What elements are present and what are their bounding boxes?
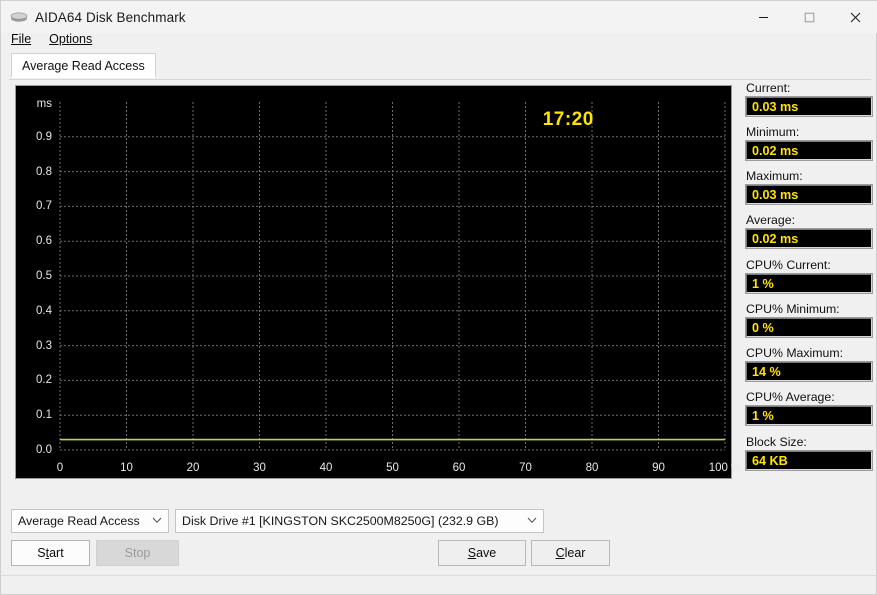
x-tick-80: 80: [585, 462, 599, 474]
menu-item-file[interactable]: File: [9, 31, 33, 47]
benchmark-graph: ms 0.0 0.1 0.2 0.3 0.4 0.5 0.6 0.7 0.8 0.9 0 10 20 3…: [15, 85, 741, 479]
bottom-divider: [1, 575, 877, 576]
test-type-select[interactable]: Average Read Access: [11, 509, 169, 533]
graph-series-line: [60, 438, 725, 441]
y-tick-0.0: 0.0: [36, 444, 52, 456]
stat-average: Average: 0.02 ms: [745, 213, 873, 249]
disk-drive-icon: [9, 9, 29, 25]
stat-minimum-label: Minimum:: [746, 125, 800, 139]
start-button-label: Start: [37, 546, 64, 560]
y-tick-0.2: 0.2: [36, 374, 52, 387]
x-tick-20: 20: [186, 462, 200, 474]
drive-select[interactable]: Disk Drive #1 [KINGSTON SKC2500M8250G] (…: [175, 509, 544, 533]
y-tick-0.5: 0.5: [36, 270, 52, 282]
y-tick-0.4: 0.4: [36, 304, 52, 317]
x-tick-30: 30: [253, 462, 266, 474]
drive-select-value: Disk Drive #1 [KINGSTON SKC2500M8250G] (…: [182, 514, 499, 528]
x-tick-90: 90: [652, 462, 665, 474]
x-tick-40: 40: [319, 462, 333, 474]
stat-average-value: 0.02 ms: [745, 228, 873, 249]
stop-button-label: Stop: [124, 546, 151, 560]
stat-minimum-value: 0.02 ms: [745, 140, 873, 161]
clear-button-label: Clear: [555, 546, 586, 560]
stat-cpu-average: CPU% Average: 1 %: [745, 390, 873, 426]
stat-block-size-label: Block Size:: [746, 435, 807, 449]
window-title: AIDA64 Disk Benchmark: [35, 9, 186, 25]
statistics-panel: Current: 0.03 ms Minimum: 0.02 ms Maximum: 0.…: [745, 81, 873, 479]
x-tick-100-%: 100 %: [708, 462, 742, 474]
stat-current: Current: 0.03 ms: [745, 81, 873, 117]
x-tick-50: 50: [386, 462, 399, 474]
chevron-down-icon: [152, 516, 162, 526]
stat-minimum: Minimum: 0.02 ms: [745, 125, 873, 161]
menu-options-label: Options: [49, 32, 93, 46]
clear-button[interactable]: Clear: [531, 540, 610, 566]
y-tick-0.8: 0.8: [36, 165, 52, 178]
stat-average-label: Average:: [746, 213, 795, 227]
stat-maximum-value: 0.03 ms: [745, 184, 873, 205]
test-type-value: Average Read Access: [18, 514, 140, 528]
stat-cpu-average-label: CPU% Average:: [746, 390, 835, 404]
y-axis-unit-label: ms: [36, 98, 52, 110]
stop-button: Stop: [96, 540, 179, 566]
menu-item-options[interactable]: Options: [47, 31, 94, 47]
stat-current-label: Current:: [746, 81, 791, 95]
stat-cpu-minimum: CPU% Minimum: 0 %: [745, 302, 873, 338]
y-tick-0.9: 0.9: [36, 130, 52, 143]
stat-cpu-current: CPU% Current: 1 %: [745, 258, 873, 294]
stat-maximum-label: Maximum:: [746, 169, 803, 183]
tab-strip: Average Read Access: [9, 53, 871, 80]
stat-current-value: 0.03 ms: [745, 96, 873, 117]
stat-cpu-current-label: CPU% Current:: [746, 258, 831, 272]
menu-file-label: File: [11, 32, 32, 46]
stat-maximum: Maximum: 0.03 ms: [745, 169, 873, 205]
y-tick-0.7: 0.7: [36, 200, 52, 213]
x-tick-60: 60: [452, 462, 466, 474]
stat-cpu-maximum-value: 14 %: [745, 361, 873, 382]
bottom-control-bar: Average Read Access Disk Drive #1 [KINGS…: [1, 501, 877, 595]
stat-cpu-current-value: 1 %: [745, 273, 873, 294]
x-tick-0: 0: [56, 462, 64, 474]
x-tick-70: 70: [519, 462, 532, 474]
tab-average-read-access[interactable]: Average Read Access: [11, 53, 156, 78]
x-tick-10: 10: [120, 462, 133, 474]
y-tick-0.1: 0.1: [36, 409, 52, 422]
aida64-disk-benchmark-window: AIDA64 Disk Benchmark File Options Avera…: [0, 0, 877, 595]
stat-cpu-maximum-label: CPU% Maximum:: [746, 346, 844, 360]
graph-plot-area: ms 0.0 0.1 0.2 0.3 0.4 0.5 0.6 0.7 0.8 0.9 0 10 20 3…: [16, 86, 741, 478]
tab-label: Average Read Access: [22, 58, 145, 73]
start-button[interactable]: Start: [11, 540, 90, 566]
stat-cpu-average-value: 1 %: [745, 405, 873, 426]
stat-block-size-value: 64 KB: [745, 450, 873, 471]
save-button[interactable]: Save: [438, 540, 526, 566]
y-tick-0.6: 0.6: [36, 235, 52, 248]
y-tick-0.3: 0.3: [36, 339, 52, 352]
menu-bar: File Options: [1, 29, 877, 49]
save-button-label: Save: [467, 546, 497, 560]
stat-cpu-minimum-value: 0 %: [745, 317, 873, 338]
stat-block-size: Block Size: 64 KB: [745, 435, 873, 471]
elapsed-timer: 17:20: [542, 109, 594, 131]
stat-cpu-maximum: CPU% Maximum: 14 %: [745, 346, 873, 382]
chevron-down-icon: [527, 516, 537, 526]
stat-cpu-minimum-label: CPU% Minimum:: [746, 302, 840, 316]
